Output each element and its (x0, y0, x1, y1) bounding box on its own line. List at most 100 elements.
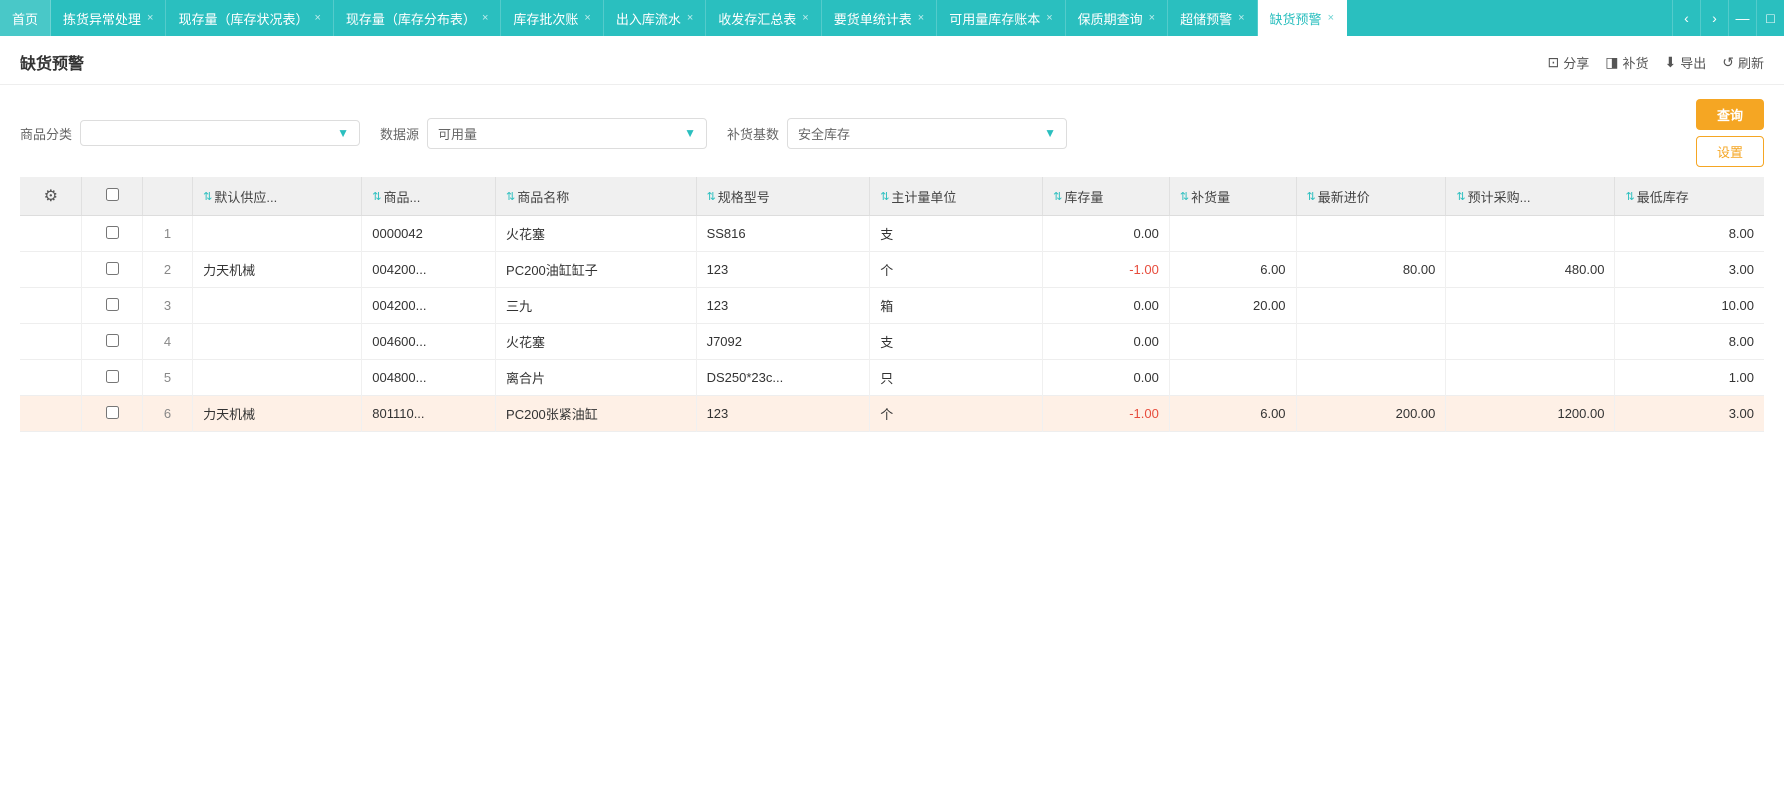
tab-next-button[interactable]: › (1700, 0, 1728, 36)
th-latest-price[interactable]: ⇅ 最新进价 (1296, 177, 1446, 216)
row-checkbox-2[interactable] (106, 298, 119, 311)
td-name-3: 火花塞 (496, 324, 697, 360)
tab-receive-summary[interactable]: 收发存汇总表 × (706, 0, 821, 36)
td-checkbox-0[interactable] (82, 216, 142, 252)
tab-order-stat-label: 要货单统计表 (834, 9, 912, 28)
td-checkbox-4[interactable] (82, 360, 142, 396)
td-supplier-3 (193, 324, 362, 360)
row-checkbox-3[interactable] (106, 334, 119, 347)
filter-actions: 查询 设置 (1696, 99, 1764, 167)
row-checkbox-0[interactable] (106, 226, 119, 239)
td-checkbox-5[interactable] (82, 396, 142, 432)
tab-order-stat[interactable]: 要货单统计表 × (822, 0, 937, 36)
restock-base-value: 安全库存 (798, 124, 850, 143)
td-name-2: 三九 (496, 288, 697, 324)
th-supplier[interactable]: ⇅ 默认供应... (193, 177, 362, 216)
td-checkbox-2[interactable] (82, 288, 142, 324)
tab-overstock-close[interactable]: × (1238, 12, 1244, 24)
tab-inventory-dist-close[interactable]: × (482, 12, 488, 24)
tab-expiry-close[interactable]: × (1149, 12, 1155, 24)
datasource-label: 数据源 (380, 124, 419, 143)
tab-batch-close[interactable]: × (584, 12, 590, 24)
th-product-name[interactable]: ⇅ 商品名称 (496, 177, 697, 216)
export-icon: ⬇ (1665, 54, 1677, 71)
tab-maximize-button[interactable]: □ (1756, 0, 1784, 36)
page-header: 缺货预警 ⊡ 分享 ◨ 补货 ⬇ 导出 ↺ 刷新 (0, 36, 1784, 85)
td-rownum-0: 1 (142, 216, 192, 252)
th-product-code[interactable]: ⇅ 商品... (362, 177, 496, 216)
export-button[interactable]: ⬇ 导出 (1665, 53, 1707, 72)
tab-available-ledger-label: 可用量库存账本 (949, 9, 1040, 28)
tab-available-ledger[interactable]: 可用量库存账本 × (937, 0, 1065, 36)
tab-shortage[interactable]: 缺货预警 × (1258, 0, 1347, 36)
tab-minimize-button[interactable]: ― (1728, 0, 1756, 36)
td-code-4: 004800... (362, 360, 496, 396)
tab-inventory-dist-label: 现存量（库存分布表） (346, 9, 476, 28)
tab-overstock[interactable]: 超储预警 × (1168, 0, 1257, 36)
td-unit-2: 箱 (870, 288, 1043, 324)
th-stock[interactable]: ⇅ 库存量 (1043, 177, 1170, 216)
refresh-button[interactable]: ↺ 刷新 (1722, 53, 1764, 72)
td-restock-5: 6.00 (1169, 396, 1296, 432)
td-checkbox-3[interactable] (82, 324, 142, 360)
export-label: 导出 (1680, 53, 1706, 72)
td-checkbox-1[interactable] (82, 252, 142, 288)
td-stock-3: 0.00 (1043, 324, 1170, 360)
th-spec[interactable]: ⇅ 规格型号 (696, 177, 870, 216)
td-unit-4: 只 (870, 360, 1043, 396)
tab-inout-flow[interactable]: 出入库流水 × (604, 0, 706, 36)
td-unit-3: 支 (870, 324, 1043, 360)
td-rownum-1: 2 (142, 252, 192, 288)
td-name-1: PC200油缸缸子 (496, 252, 697, 288)
td-spec-5: 123 (696, 396, 870, 432)
query-button[interactable]: 查询 (1696, 99, 1764, 130)
tab-order-stat-close[interactable]: × (918, 12, 924, 24)
sort-supplier-icon: ⇅ (203, 190, 212, 203)
select-all-checkbox[interactable] (106, 188, 119, 201)
tab-expiry[interactable]: 保质期查询 × (1066, 0, 1168, 36)
td-min-3: 8.00 (1615, 324, 1764, 360)
td-unit-5: 个 (870, 396, 1043, 432)
tab-prev-button[interactable]: ‹ (1672, 0, 1700, 36)
tab-inventory-dist[interactable]: 现存量（库存分布表） × (334, 0, 501, 36)
th-restock[interactable]: ⇅ 补货量 (1169, 177, 1296, 216)
row-checkbox-4[interactable] (106, 370, 119, 383)
td-spec-1: 123 (696, 252, 870, 288)
table-body: 1 0000042 火花塞 SS816 支 0.00 8.00 2 力天机械 0… (20, 216, 1764, 432)
th-est-purchase[interactable]: ⇅ 预计采购... (1446, 177, 1615, 216)
td-supplier-5: 力天机械 (193, 396, 362, 432)
tab-inventory-status-close[interactable]: × (314, 12, 320, 24)
th-checkbox[interactable] (82, 177, 142, 216)
share-button[interactable]: ⊡ 分享 (1548, 53, 1590, 72)
tab-home[interactable]: 首页 (0, 0, 51, 36)
tab-inventory-status[interactable]: 现存量（库存状况表） × (166, 0, 333, 36)
td-settings-3 (20, 324, 82, 360)
tab-inout-flow-close[interactable]: × (687, 12, 693, 24)
settings-icon[interactable]: ⚙ (44, 188, 58, 205)
td-stock-1: -1.00 (1043, 252, 1170, 288)
tab-abnormal-close[interactable]: × (147, 12, 153, 24)
th-min-stock[interactable]: ⇅ 最低库存 (1615, 177, 1764, 216)
td-est-5: 1200.00 (1446, 396, 1615, 432)
th-unit[interactable]: ⇅ 主计量单位 (870, 177, 1043, 216)
datasource-select[interactable]: 可用量 ▼ (427, 118, 707, 149)
td-price-4 (1296, 360, 1446, 396)
tab-batch[interactable]: 库存批次账 × (501, 0, 603, 36)
td-price-1: 80.00 (1296, 252, 1446, 288)
tab-available-ledger-close[interactable]: × (1046, 12, 1052, 24)
row-checkbox-5[interactable] (106, 406, 119, 419)
tab-abnormal[interactable]: 拣货异常处理 × (51, 0, 166, 36)
category-select[interactable]: ▼ (80, 120, 360, 146)
th-settings[interactable]: ⚙ (20, 177, 82, 216)
td-price-3 (1296, 324, 1446, 360)
tab-shortage-close[interactable]: × (1328, 12, 1334, 24)
td-settings-1 (20, 252, 82, 288)
restock-button[interactable]: ◨ 补货 (1605, 53, 1648, 72)
row-checkbox-1[interactable] (106, 262, 119, 275)
td-est-3 (1446, 324, 1615, 360)
settings-button[interactable]: 设置 (1696, 136, 1764, 167)
restock-base-select[interactable]: 安全库存 ▼ (787, 118, 1067, 149)
table-row: 5 004800... 离合片 DS250*23c... 只 0.00 1.00 (20, 360, 1764, 396)
tab-receive-summary-close[interactable]: × (802, 12, 808, 24)
td-unit-1: 个 (870, 252, 1043, 288)
